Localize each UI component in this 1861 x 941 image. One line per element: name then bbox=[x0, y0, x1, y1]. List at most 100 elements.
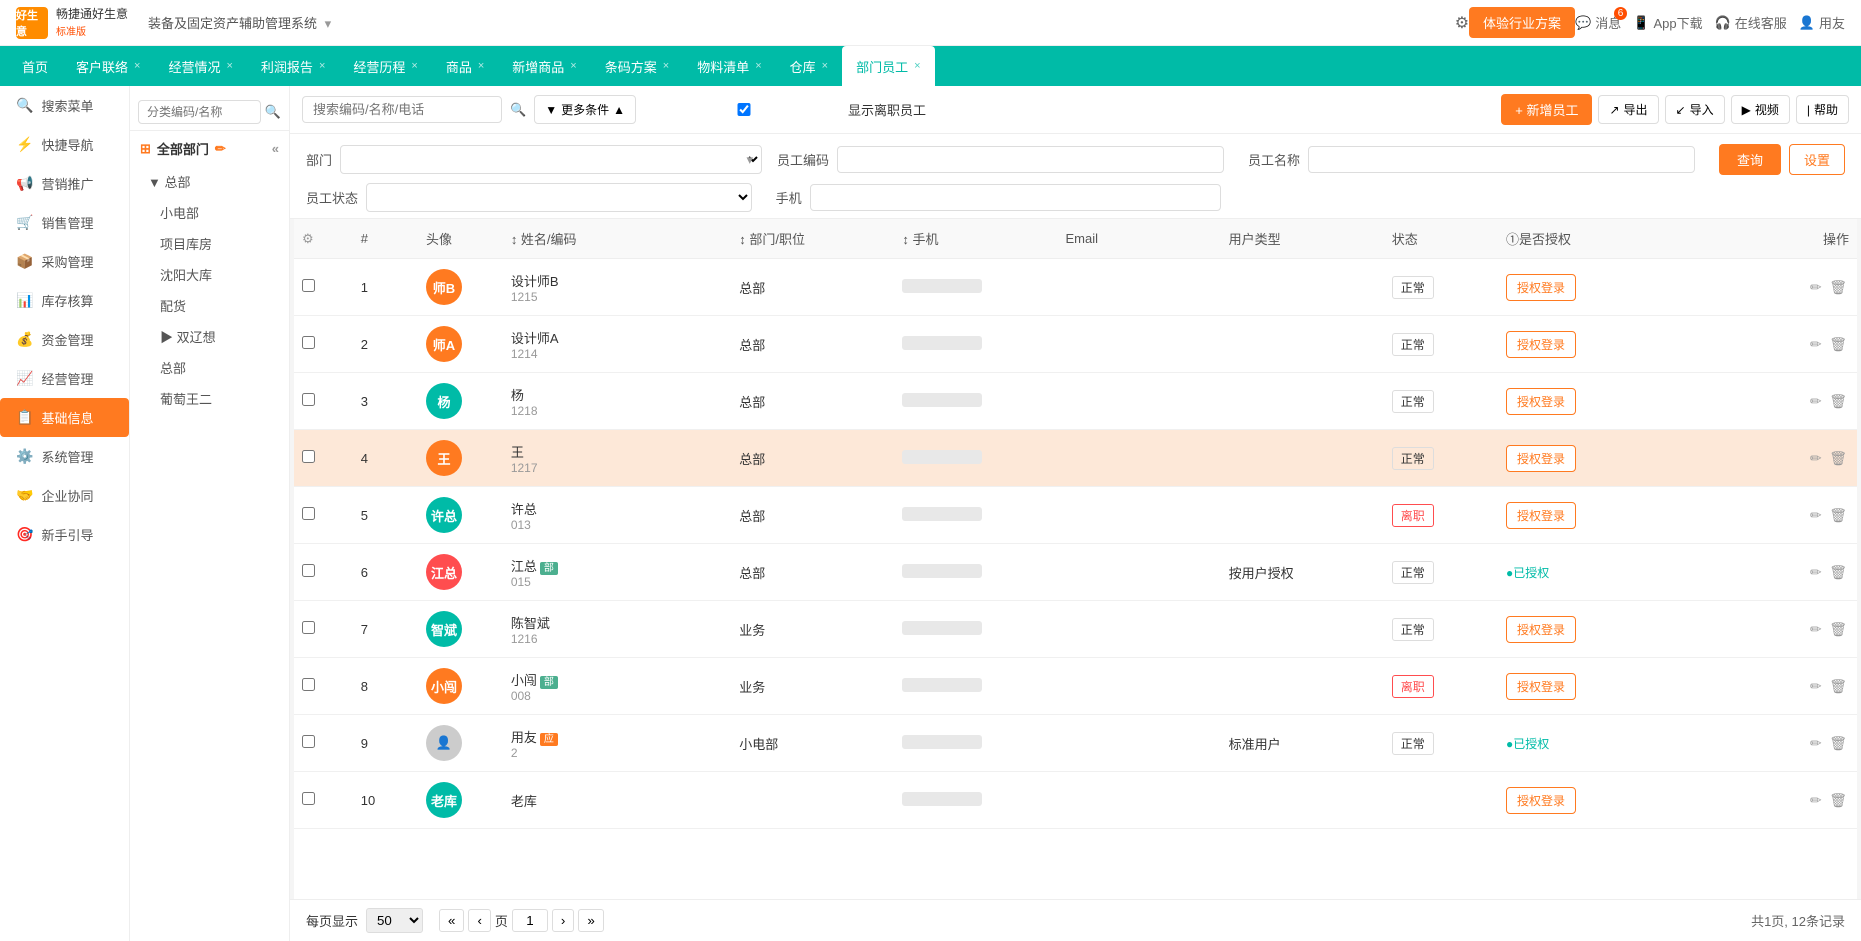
row-checkbox[interactable] bbox=[302, 279, 315, 292]
tab-close-icon[interactable]: × bbox=[663, 60, 669, 72]
dept-collapse-btn[interactable]: « bbox=[272, 141, 279, 156]
nav-tab-home[interactable]: 首页 bbox=[8, 46, 62, 86]
edit-icon[interactable]: ✏ bbox=[1810, 735, 1822, 751]
tab-close-icon[interactable]: × bbox=[570, 60, 576, 72]
delete-icon[interactable]: 🗑 bbox=[1829, 792, 1847, 808]
emp-status-select[interactable] bbox=[366, 183, 752, 212]
row-checkbox[interactable] bbox=[302, 621, 315, 634]
show-resigned-checkbox[interactable] bbox=[644, 103, 844, 116]
row-checkbox[interactable] bbox=[302, 564, 315, 577]
nav-tab-profit[interactable]: 利润报告× bbox=[247, 46, 339, 86]
tab-close-icon[interactable]: × bbox=[755, 60, 761, 72]
edit-icon[interactable]: ✏ bbox=[1810, 564, 1822, 580]
dept-tree-item-xiangmu[interactable]: 项目库房 bbox=[130, 228, 289, 259]
user-item[interactable]: 👤 用友 bbox=[1799, 13, 1845, 32]
settings-btn[interactable]: 设置 bbox=[1789, 144, 1845, 175]
dept-tree-item-zongbu[interactable]: ▼ 总部 bbox=[130, 166, 289, 197]
edit-icon[interactable]: ✏ bbox=[1810, 279, 1822, 295]
search-input[interactable] bbox=[302, 96, 502, 123]
row-checkbox[interactable] bbox=[302, 792, 315, 805]
delete-icon[interactable]: 🗑 bbox=[1829, 336, 1847, 352]
nav-tab-goods[interactable]: 商品× bbox=[432, 46, 498, 86]
auth-btn[interactable]: 授权登录 bbox=[1506, 274, 1576, 301]
tab-close-icon[interactable]: × bbox=[226, 60, 232, 72]
experience-btn[interactable]: 体验行业方案 bbox=[1469, 7, 1575, 38]
row-checkbox[interactable] bbox=[302, 336, 315, 349]
nav-tab-customer[interactable]: 客户联络× bbox=[62, 46, 154, 86]
import-btn[interactable]: ↙ 导入 bbox=[1665, 95, 1725, 124]
row-checkbox[interactable] bbox=[302, 393, 315, 406]
sidebar-item-inventory[interactable]: 📊 库存核算 bbox=[0, 281, 129, 320]
sidebar-item-guide[interactable]: 🎯 新手引导 bbox=[0, 515, 129, 554]
more-filters-btn[interactable]: ▼ 更多条件 ▲ bbox=[534, 95, 636, 124]
nav-tab-material[interactable]: 物料清单× bbox=[683, 46, 775, 86]
tab-close-icon[interactable]: × bbox=[319, 60, 325, 72]
edit-icon[interactable]: ✏ bbox=[1810, 336, 1822, 352]
last-page-btn[interactable]: » bbox=[578, 909, 603, 932]
edit-icon[interactable]: ✏ bbox=[1810, 621, 1822, 637]
tab-close-icon[interactable]: × bbox=[914, 60, 920, 72]
online-service-item[interactable]: 🎧 在线客服 bbox=[1715, 13, 1787, 32]
dept-tree-item-putaowang[interactable]: 葡萄王二 bbox=[130, 383, 289, 414]
row-checkbox[interactable] bbox=[302, 678, 315, 691]
search-btn-icon[interactable]: 🔍 bbox=[510, 102, 526, 118]
delete-icon[interactable]: 🗑 bbox=[1829, 621, 1847, 637]
tab-close-icon[interactable]: × bbox=[478, 60, 484, 72]
delete-icon[interactable]: 🗑 bbox=[1829, 279, 1847, 295]
page-input[interactable] bbox=[512, 909, 548, 932]
auth-btn[interactable]: 授权登录 bbox=[1506, 388, 1576, 415]
auth-btn[interactable]: 授权登录 bbox=[1506, 616, 1576, 643]
dept-tree-item-zongbu2[interactable]: 总部 bbox=[130, 352, 289, 383]
first-page-btn[interactable]: « bbox=[439, 909, 464, 932]
nav-tab-dept_staff[interactable]: 部门员工× bbox=[842, 46, 934, 86]
title-dropdown-icon[interactable]: ▾ bbox=[325, 16, 332, 31]
dept-select[interactable] bbox=[340, 145, 762, 174]
sidebar-item-enterprise[interactable]: 🤝 企业协同 bbox=[0, 476, 129, 515]
edit-icon[interactable]: ✏ bbox=[1810, 507, 1822, 523]
delete-icon[interactable]: 🗑 bbox=[1829, 678, 1847, 694]
next-page-btn[interactable]: › bbox=[552, 909, 574, 932]
query-btn[interactable]: 查询 bbox=[1719, 144, 1781, 175]
col-phone[interactable]: ↕ 手机 bbox=[894, 219, 1057, 259]
edit-icon[interactable]: ✏ bbox=[1810, 678, 1822, 694]
gear-button[interactable]: ⚙ bbox=[1455, 13, 1469, 33]
dept-tree-item-xiaodianbu[interactable]: 小电部 bbox=[130, 197, 289, 228]
sidebar-item-system[interactable]: ⚙️ 系统管理 bbox=[0, 437, 129, 476]
delete-icon[interactable]: 🗑 bbox=[1829, 507, 1847, 523]
nav-tab-business[interactable]: 经营情况× bbox=[154, 46, 246, 86]
nav-tab-process[interactable]: 经营历程× bbox=[339, 46, 431, 86]
export-btn[interactable]: ↗ 导出 bbox=[1598, 95, 1658, 124]
nav-tab-barcode[interactable]: 条码方案× bbox=[591, 46, 683, 86]
col-name-code[interactable]: ↕ 姓名/编码 bbox=[503, 219, 731, 259]
dept-edit-icon[interactable]: ✏ bbox=[215, 141, 226, 157]
sidebar-item-operations[interactable]: 📈 经营管理 bbox=[0, 359, 129, 398]
delete-icon[interactable]: 🗑 bbox=[1829, 450, 1847, 466]
auth-btn[interactable]: 授权登录 bbox=[1506, 673, 1576, 700]
tab-close-icon[interactable]: × bbox=[134, 60, 140, 72]
auth-btn[interactable]: 授权登录 bbox=[1506, 445, 1576, 472]
emp-name-input[interactable] bbox=[1308, 146, 1695, 173]
nav-tab-warehouse[interactable]: 仓库× bbox=[776, 46, 842, 86]
col-settings[interactable]: ⚙ bbox=[294, 219, 353, 259]
delete-icon[interactable]: 🗑 bbox=[1829, 564, 1847, 580]
dept-search-input[interactable] bbox=[138, 100, 261, 124]
row-checkbox[interactable] bbox=[302, 507, 315, 520]
message-icon-item[interactable]: 💬 6 消息 bbox=[1575, 13, 1621, 32]
edit-icon[interactable]: ✏ bbox=[1810, 792, 1822, 808]
row-checkbox[interactable] bbox=[302, 735, 315, 748]
delete-icon[interactable]: 🗑 bbox=[1829, 735, 1847, 751]
emp-code-input[interactable] bbox=[837, 146, 1224, 173]
col-dept-pos[interactable]: ↕ 部门/职位 bbox=[731, 219, 894, 259]
app-download-item[interactable]: 📱 App下载 bbox=[1633, 13, 1702, 32]
edit-icon[interactable]: ✏ bbox=[1810, 450, 1822, 466]
sidebar-item-finance[interactable]: 💰 资金管理 bbox=[0, 320, 129, 359]
edit-icon[interactable]: ✏ bbox=[1810, 393, 1822, 409]
row-checkbox[interactable] bbox=[302, 450, 315, 463]
view-btn[interactable]: ▶ 视频 bbox=[1731, 95, 1790, 124]
auth-btn[interactable]: 授权登录 bbox=[1506, 787, 1576, 814]
prev-page-btn[interactable]: ‹ bbox=[468, 909, 490, 932]
nav-tab-new_goods[interactable]: 新增商品× bbox=[498, 46, 590, 86]
tab-close-icon[interactable]: × bbox=[411, 60, 417, 72]
dept-tree-item-peihuo[interactable]: 配货 bbox=[130, 290, 289, 321]
dept-tree-item-shuangliangxiang[interactable]: ▶ 双辽想 bbox=[130, 321, 289, 352]
